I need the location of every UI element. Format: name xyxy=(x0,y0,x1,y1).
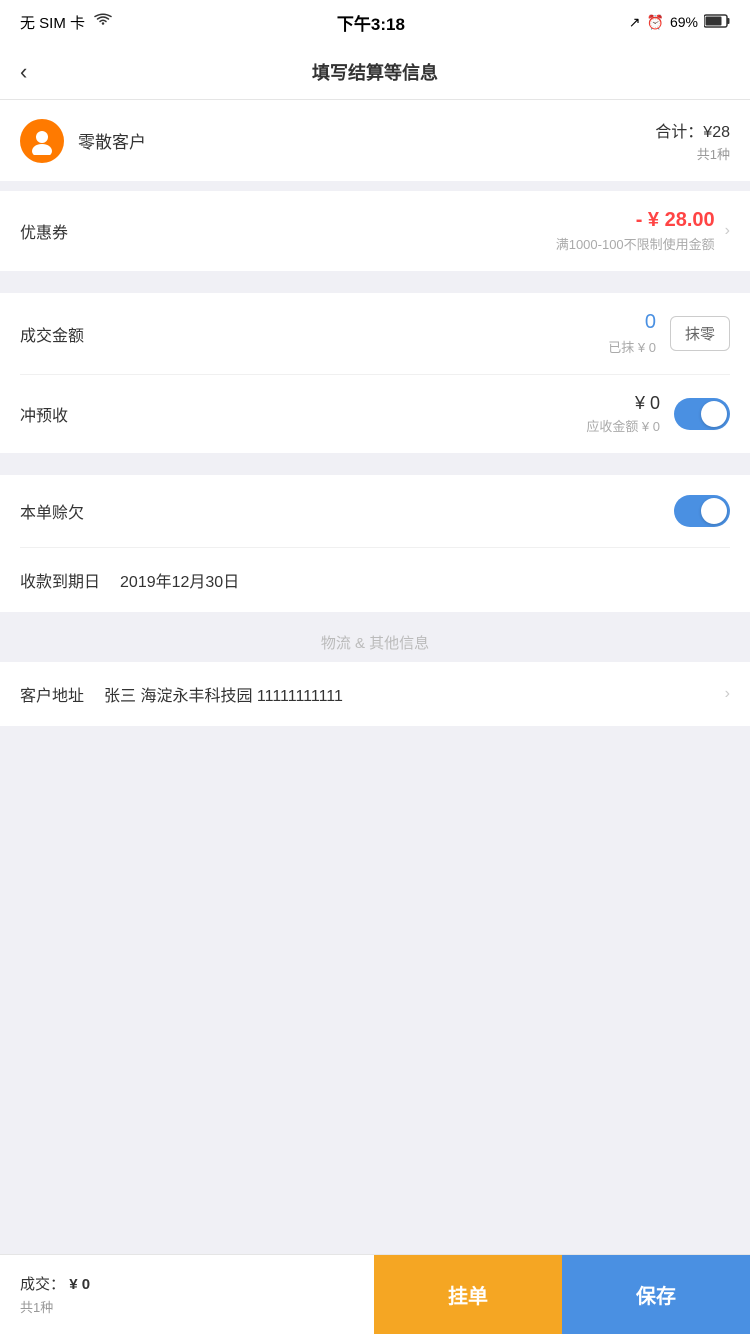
customer-name: 零散客户 xyxy=(78,128,146,153)
save-button[interactable]: 保存 xyxy=(562,1255,750,1334)
address-value: 张三 海淀永丰科技园 11111111111 xyxy=(104,682,717,706)
transaction-section: 成交金额 0 已抹 ¥ 0 抹零 冲预收 ¥ 0 应收金额 ¥ 0 xyxy=(0,293,750,453)
credit-label: 本单赊欠 xyxy=(20,499,84,523)
due-date-label: 收款到期日 xyxy=(20,568,100,592)
bottom-count: 共1种 xyxy=(20,1297,354,1316)
main-content: 零散客户 合计：¥28 共1种 优惠券 - ¥ 28.00 满1000-100不… xyxy=(0,100,750,826)
status-left: 无 SIM 卡 xyxy=(20,12,113,33)
address-chevron-icon: › xyxy=(725,685,730,703)
battery-label: 69% xyxy=(670,14,698,30)
back-button[interactable]: ‹ xyxy=(20,59,27,85)
bottom-spacer xyxy=(0,726,750,826)
carrier-label: 无 SIM 卡 xyxy=(20,12,85,33)
customer-section: 零散客户 合计：¥28 共1种 xyxy=(0,100,750,181)
prepay-toggle[interactable] xyxy=(674,398,730,430)
customer-count: 共1种 xyxy=(655,144,730,163)
prepay-label: 冲预收 xyxy=(20,402,68,426)
prepay-row: 冲预收 ¥ 0 应收金额 ¥ 0 xyxy=(20,375,730,453)
prepay-sub: 应收金额 ¥ 0 xyxy=(586,416,660,435)
toggle-knob xyxy=(701,401,727,427)
coupon-section[interactable]: 优惠券 - ¥ 28.00 满1000-100不限制使用金额 › xyxy=(0,191,750,271)
pend-button[interactable]: 挂单 xyxy=(374,1255,562,1334)
due-date-value: 2019年12月30日 xyxy=(120,568,239,592)
due-date-row: 收款到期日 2019年12月30日 xyxy=(20,548,730,612)
prepay-right: ¥ 0 应收金额 ¥ 0 xyxy=(586,393,730,435)
save-button-label: 保存 xyxy=(636,1280,676,1309)
bottom-info: 成交： ¥ 0 共1种 xyxy=(0,1273,374,1316)
credit-row: 本单赊欠 xyxy=(20,475,730,548)
bottom-deal-text: 成交： ¥ 0 xyxy=(20,1273,354,1294)
page-title: 填写结算等信息 xyxy=(312,59,438,85)
divider-2 xyxy=(0,463,750,475)
nav-bar: ‹ 填写结算等信息 xyxy=(0,44,750,100)
amount-wrap: 0 已抹 ¥ 0 xyxy=(608,311,656,356)
status-time: 下午3:18 xyxy=(337,10,405,35)
customer-right: 合计：¥28 共1种 xyxy=(655,118,730,163)
divider-1 xyxy=(0,281,750,293)
bottom-bar: 成交： ¥ 0 共1种 挂单 保存 xyxy=(0,1254,750,1334)
pend-button-label: 挂单 xyxy=(448,1280,488,1309)
prepay-amount: ¥ 0 xyxy=(586,393,660,414)
status-right: ↗ ⏰ 69% xyxy=(629,14,730,31)
prepay-amount-wrap: ¥ 0 应收金额 ¥ 0 xyxy=(586,393,660,435)
wifi-icon xyxy=(93,13,113,31)
credit-toggle[interactable] xyxy=(674,495,730,527)
address-section[interactable]: 客户地址 张三 海淀永丰科技园 11111111111 › xyxy=(0,662,750,726)
avatar xyxy=(20,119,64,163)
coupon-desc: 满1000-100不限制使用金额 xyxy=(556,234,715,253)
amount-row: 成交金额 0 已抹 ¥ 0 抹零 xyxy=(20,293,730,375)
amount-value: 0 xyxy=(645,311,656,334)
back-icon: ‹ xyxy=(20,59,27,84)
credit-section: 本单赊欠 收款到期日 2019年12月30日 xyxy=(0,475,750,612)
coupon-label: 优惠券 xyxy=(20,219,68,243)
coupon-chevron-icon: › xyxy=(725,222,730,240)
amount-label: 成交金额 xyxy=(20,322,84,346)
logistics-divider: 物流 & 其他信息 xyxy=(0,622,750,662)
location-icon: ↗ xyxy=(629,14,641,31)
customer-total: 合计：¥28 xyxy=(655,118,730,142)
deal-label: 成交： xyxy=(20,1276,65,1293)
logistics-title: 物流 & 其他信息 xyxy=(321,632,429,653)
amount-right: 0 已抹 ¥ 0 抹零 xyxy=(608,311,730,356)
round-button[interactable]: 抹零 xyxy=(670,316,730,351)
amount-sub: 已抹 ¥ 0 xyxy=(608,337,656,356)
alarm-icon: ⏰ xyxy=(647,14,664,31)
address-label: 客户地址 xyxy=(20,682,84,706)
customer-left: 零散客户 xyxy=(20,119,146,163)
deal-amount: ¥ 0 xyxy=(69,1276,90,1293)
battery-icon xyxy=(704,14,730,31)
credit-toggle-knob xyxy=(701,498,727,524)
status-bar: 无 SIM 卡 下午3:18 ↗ ⏰ 69% xyxy=(0,0,750,44)
coupon-discount: - ¥ 28.00 xyxy=(556,209,715,232)
